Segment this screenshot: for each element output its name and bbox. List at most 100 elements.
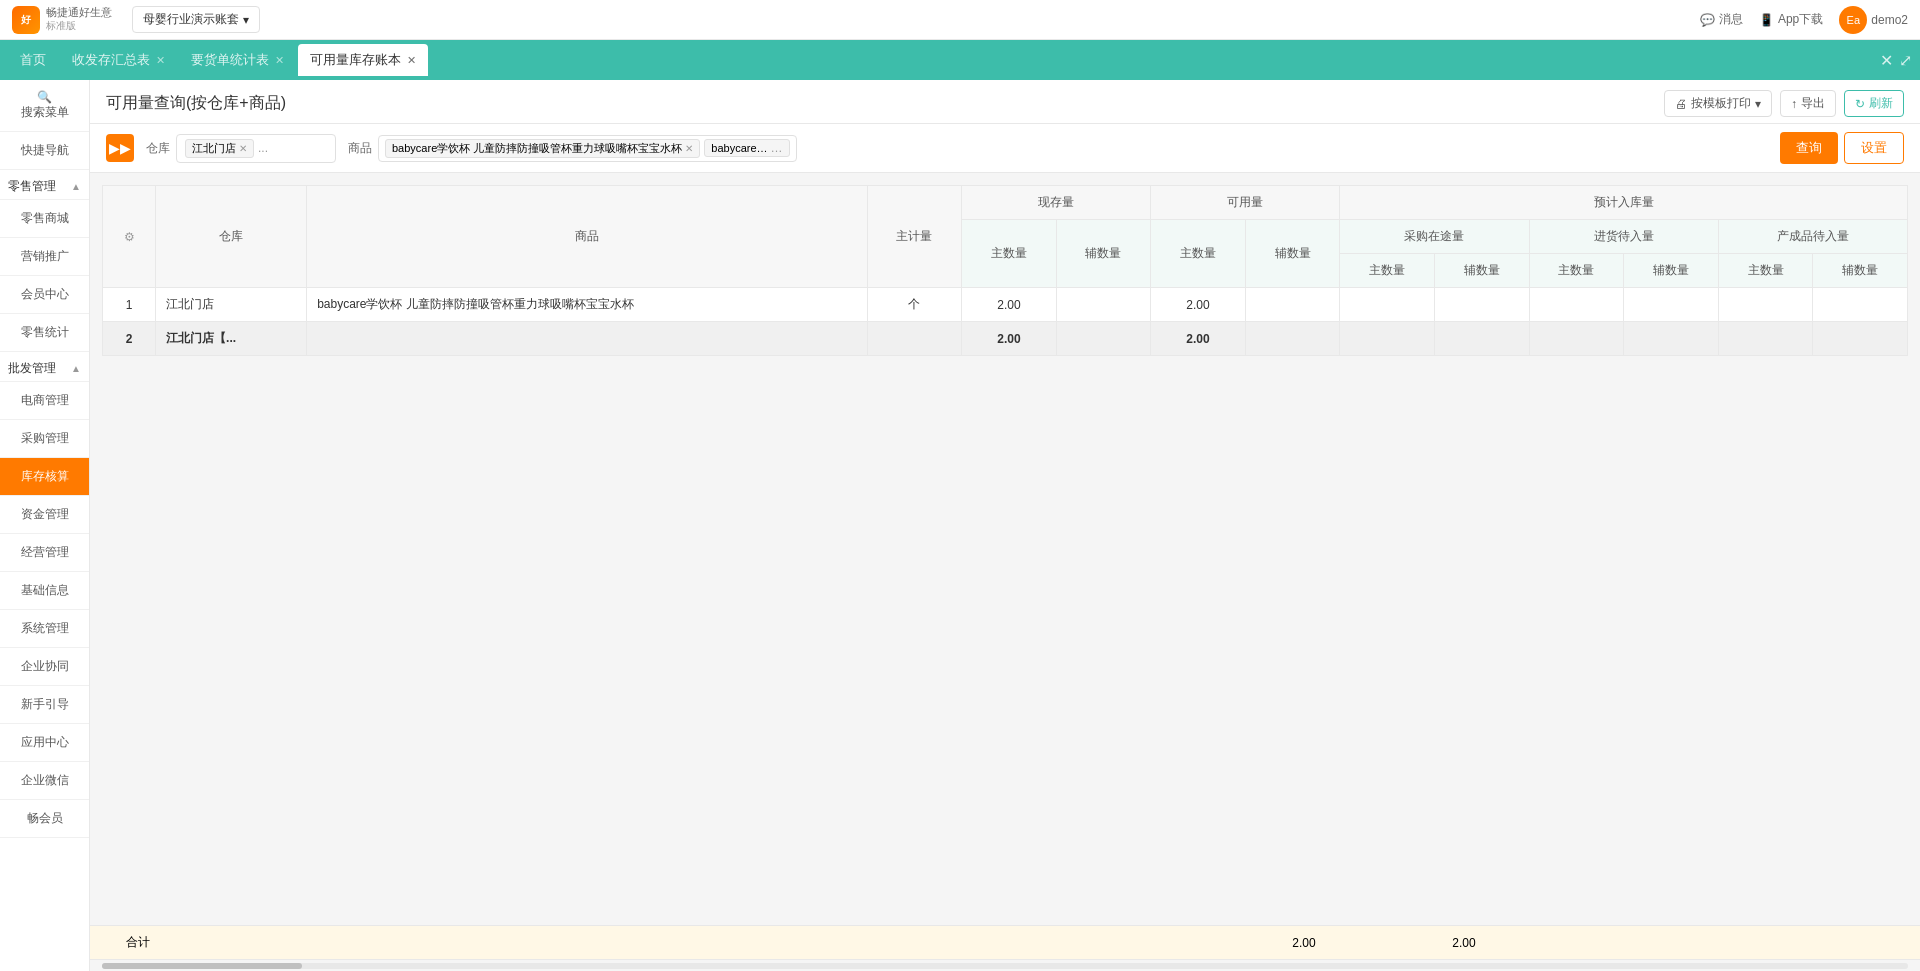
tab-available-inventory[interactable]: 可用量库存账本 ✕	[298, 44, 428, 76]
col-avail-aux-header: 辅数量	[1245, 220, 1340, 288]
sidebar-item-member[interactable]: 会员中心	[0, 276, 89, 314]
expand-icon[interactable]: ⤢	[1899, 51, 1912, 70]
col-planned-header: 预计入库量	[1340, 186, 1908, 220]
tab-collection-summary-label: 收发存汇总表	[72, 51, 150, 69]
product-input[interactable]: babycare学饮杯 儿童防摔防撞吸管杯重力球吸嘴杯宝宝水杯 ✕ babyca…	[378, 135, 797, 162]
col-settings[interactable]: ⚙	[103, 186, 156, 288]
product-filter-group: 商品 babycare学饮杯 儿童防摔防撞吸管杯重力球吸嘴杯宝宝水杯 ✕ bab…	[348, 135, 797, 162]
cell-product: babycare学饮杯 儿童防摔防撞吸管杯重力球吸嘴杯宝宝水杯	[307, 288, 867, 322]
col-purchased-aux-header: 辅数量	[1434, 254, 1529, 288]
total-label: 合计	[126, 934, 216, 951]
sidebar-item-ecommerce[interactable]: 电商管理	[0, 382, 89, 420]
cell-incoming-main	[1529, 288, 1624, 322]
sidebar-wechat-label: 企业微信	[21, 773, 69, 787]
subtotal-warehouse: 江北门店【...	[156, 322, 307, 356]
total-avail-main: 2.00	[1424, 936, 1504, 950]
sidebar-ecommerce-label: 电商管理	[21, 393, 69, 407]
col-purchased-transit-header: 采购在途量	[1340, 220, 1529, 254]
scrollbar-area	[90, 959, 1920, 971]
settings-icon: ⚙	[124, 230, 135, 244]
sidebar-item-operations[interactable]: 经营管理	[0, 534, 89, 572]
sidebar-retail-stats-label: 零售统计	[21, 325, 69, 339]
filter-expand-btn[interactable]: ▶▶	[106, 134, 134, 162]
tab-order-stats[interactable]: 要货单统计表 ✕	[179, 44, 296, 76]
remove-warehouse-btn[interactable]: ✕	[239, 143, 247, 154]
print-btn[interactable]: 🖨 按模板打印 ▾	[1664, 90, 1772, 117]
sidebar-item-wechat[interactable]: 企业微信	[0, 762, 89, 800]
product-tag1-text: babycare学饮杯 儿童防摔防撞吸管杯重力球吸嘴杯宝宝水杯	[392, 141, 682, 156]
cell-finished-aux	[1813, 288, 1908, 322]
product-label: 商品	[348, 140, 372, 157]
warehouse-input[interactable]: 江北门店 ✕ ...	[176, 134, 336, 163]
sidebar-item-quick-nav[interactable]: 快捷导航	[0, 132, 89, 170]
nav-tabs: 首页 收发存汇总表 ✕ 要货单统计表 ✕ 可用量库存账本 ✕ ✕ ⤢	[0, 40, 1920, 80]
col-finished-main-header: 主数量	[1718, 254, 1813, 288]
product-more-icon: …	[771, 141, 783, 155]
download-icon: 📱	[1759, 13, 1774, 27]
top-bar-left: 好 畅捷通好生意 标准版 母婴行业演示账套 ▾	[12, 6, 260, 34]
main-layout: 🔍 搜索菜单 快捷导航 零售管理 ▲ 零售商城 营销推广 会员中心 零售统计 批…	[0, 80, 1920, 971]
top-bar-right: 💬 消息 📱 App下载 Ea demo2	[1700, 6, 1908, 34]
col-incoming-aux-header: 辅数量	[1624, 254, 1719, 288]
cell-purchased-aux	[1434, 288, 1529, 322]
query-button[interactable]: 查询	[1780, 132, 1838, 164]
tab-close-icon[interactable]: ✕	[156, 54, 165, 67]
logo-area: 好 畅捷通好生意 标准版	[12, 6, 112, 34]
tab-close-icon[interactable]: ✕	[275, 54, 284, 67]
cell-warehouse: 江北门店	[156, 288, 307, 322]
subtotal-finished-main	[1718, 322, 1813, 356]
subtotal-finished-aux	[1813, 322, 1908, 356]
data-table: ⚙ 仓库 商品 主计量 现存量	[102, 185, 1908, 356]
sidebar-item-finance[interactable]: 资金管理	[0, 496, 89, 534]
sidebar-item-retail-mall[interactable]: 零售商城	[0, 200, 89, 238]
scrollbar-track[interactable]	[102, 963, 1908, 969]
page-header: 可用量查询(按仓库+商品) 🖨 按模板打印 ▾ ↑ 导出 ↻ 刷新	[90, 80, 1920, 124]
product-tag1: babycare学饮杯 儿童防摔防撞吸管杯重力球吸嘴杯宝宝水杯 ✕	[385, 139, 700, 158]
scrollbar-thumb[interactable]	[102, 963, 302, 969]
app-download-label: App下载	[1778, 11, 1823, 28]
tab-home[interactable]: 首页	[8, 44, 58, 76]
tab-collection-summary[interactable]: 收发存汇总表 ✕	[60, 44, 177, 76]
sidebar-section-wholesale[interactable]: 批发管理 ▲	[0, 352, 89, 382]
message-btn[interactable]: 💬 消息	[1700, 11, 1743, 28]
col-available-header: 可用量	[1151, 186, 1340, 220]
sidebar-item-enterprise[interactable]: 企业协同	[0, 648, 89, 686]
sidebar-item-purchase[interactable]: 采购管理	[0, 420, 89, 458]
cell-stock-main: 2.00	[962, 288, 1057, 322]
app-download-btn[interactable]: 📱 App下载	[1759, 11, 1823, 28]
user-area[interactable]: Ea demo2	[1839, 6, 1908, 34]
sidebar-inventory-label: 库存核算	[21, 469, 69, 483]
sidebar-item-guide[interactable]: 新手引导	[0, 686, 89, 724]
table-footer: 合计 2.00 2.00	[90, 925, 1920, 959]
sidebar-item-basic-info[interactable]: 基础信息	[0, 572, 89, 610]
sidebar-item-system[interactable]: 系统管理	[0, 610, 89, 648]
sidebar-item-retail-stats[interactable]: 零售统计	[0, 314, 89, 352]
tab-home-label: 首页	[20, 51, 46, 69]
print-icon: 🖨	[1675, 97, 1687, 111]
sidebar-member2-label: 畅会员	[27, 811, 63, 825]
tab-available-inventory-label: 可用量库存账本	[310, 51, 401, 69]
org-selector[interactable]: 母婴行业演示账套 ▾	[132, 6, 260, 33]
sidebar-finance-label: 资金管理	[21, 507, 69, 521]
settings-button[interactable]: 设置	[1844, 132, 1904, 164]
col-incoming-main-header: 主数量	[1529, 254, 1624, 288]
tab-close-icon[interactable]: ✕	[407, 54, 416, 67]
sidebar-item-app-center[interactable]: 应用中心	[0, 724, 89, 762]
page-title: 可用量查询(按仓库+商品)	[106, 93, 286, 114]
sidebar-item-marketing[interactable]: 营销推广	[0, 238, 89, 276]
export-btn[interactable]: ↑ 导出	[1780, 90, 1836, 117]
close-all-tabs-btn[interactable]: ✕	[1880, 51, 1893, 70]
sidebar-item-inventory[interactable]: 库存核算	[0, 458, 89, 496]
remove-product1-btn[interactable]: ✕	[685, 143, 693, 154]
sidebar-section-retail[interactable]: 零售管理 ▲	[0, 170, 89, 200]
refresh-btn[interactable]: ↻ 刷新	[1844, 90, 1904, 117]
sidebar-marketing-label: 营销推广	[21, 249, 69, 263]
table-container: ⚙ 仓库 商品 主计量 现存量	[90, 173, 1920, 925]
warehouse-label: 仓库	[146, 140, 170, 157]
sidebar: 🔍 搜索菜单 快捷导航 零售管理 ▲ 零售商城 营销推广 会员中心 零售统计 批…	[0, 80, 90, 971]
logo-text-area: 畅捷通好生意 标准版	[46, 6, 112, 33]
sidebar-search[interactable]: 🔍 搜索菜单	[0, 80, 89, 132]
sidebar-section-wholesale-label: 批发管理	[8, 360, 56, 377]
cell-finished-main	[1718, 288, 1813, 322]
sidebar-item-member2[interactable]: 畅会员	[0, 800, 89, 838]
